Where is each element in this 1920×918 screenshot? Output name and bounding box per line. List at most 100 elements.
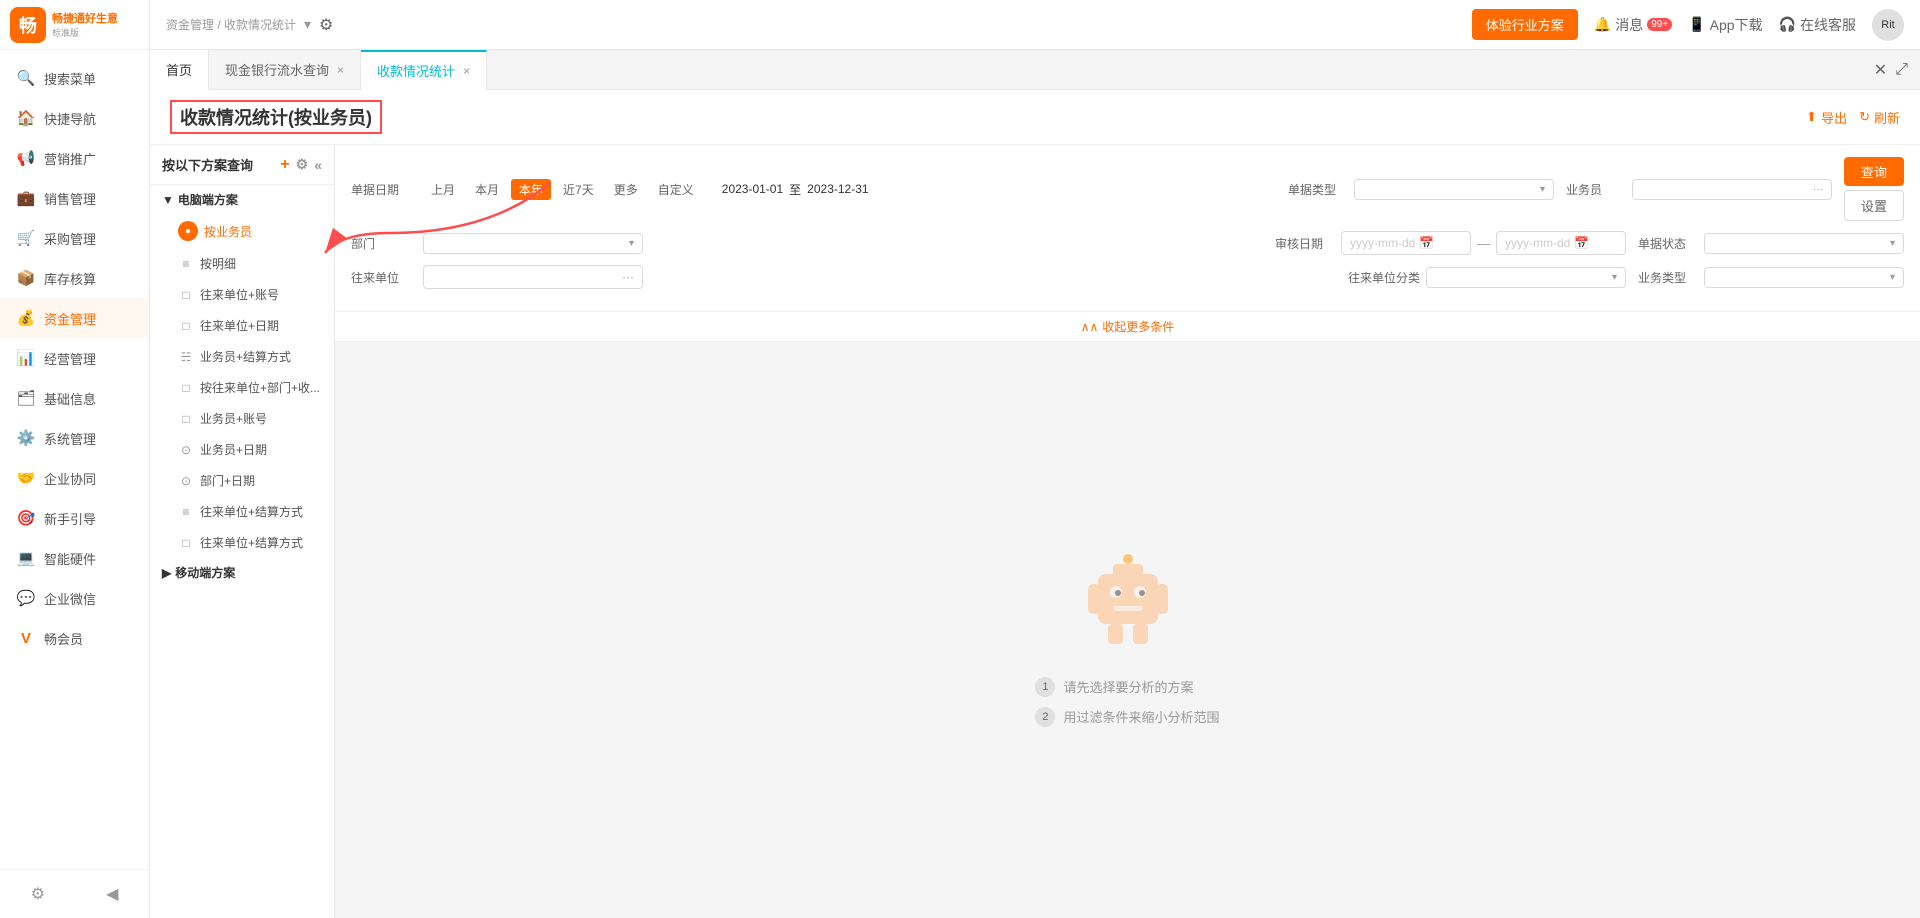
breadcrumb-chevron[interactable]: ▾ <box>304 16 311 33</box>
sidebar-settings-btn[interactable]: ⚙ <box>23 880 53 908</box>
tab-home[interactable]: 首页 <box>150 50 209 90</box>
tab-collection-close[interactable]: × <box>463 64 470 78</box>
scheme-item-salesman-account[interactable]: □ 业务员+账号 <box>150 403 334 434</box>
sidebar-item-enterprise[interactable]: 🤝 企业协同 <box>0 458 149 498</box>
scheme-group-pc[interactable]: ▼ 电脑端方案 <box>150 185 334 214</box>
topbar-settings-btn[interactable]: ⚙ <box>319 15 333 35</box>
empty-hint-1: 1 请先选择要分析的方案 <box>1035 677 1219 697</box>
sidebar-collapse-btn[interactable]: ◀ <box>98 880 126 908</box>
scheme-list: ▼ 电脑端方案 ● 按业务员 ≡ 按明细 □ 往来单位+账号 <box>150 185 334 918</box>
scheme-item-unit-settle2-label: 往来单位+结算方式 <box>200 534 303 551</box>
filter-settings-btn[interactable]: 设置 <box>1844 190 1904 221</box>
date-tab-this-year[interactable]: 本年 <box>511 179 551 200</box>
scheme-settings-btn[interactable]: ⚙ <box>296 156 309 173</box>
sidebar-item-quick[interactable]: 🏠 快捷导航 <box>0 98 149 138</box>
collapse-btn[interactable]: ∧∧ 收起更多条件 <box>1081 318 1175 335</box>
query-btn[interactable]: 查询 <box>1844 157 1904 186</box>
tab-collection-label: 收款情况统计 <box>377 61 455 80</box>
dept-date-icon: ⊙ <box>178 473 194 489</box>
scheme-item-unit-account[interactable]: □ 往来单位+账号 <box>150 279 334 310</box>
sidebar-item-system[interactable]: ⚙️ 系统管理 <box>0 418 149 458</box>
tab-bank-close[interactable]: × <box>337 63 344 77</box>
filter-row-2: 部门 ▾ 审核日期 yyyy-mm-dd 📅 — <box>351 231 1904 255</box>
dept-select[interactable]: ▾ <box>423 233 643 254</box>
win-expand-btn[interactable]: ⤢ <box>1895 61 1908 79</box>
scheme-item-unit-settle1[interactable]: ≡ 往来单位+结算方式 <box>150 496 334 527</box>
sidebar-item-search[interactable]: 🔍 搜索菜单 <box>0 58 149 98</box>
refresh-btn[interactable]: ↻ 刷新 <box>1859 108 1900 127</box>
sidebar-item-operation[interactable]: 📊 经营管理 <box>0 338 149 378</box>
scheme-add-btn[interactable]: + <box>280 156 289 174</box>
sidebar-item-member[interactable]: V 畅会员 <box>0 618 149 658</box>
page-title: 收款情况统计(按业务员) <box>170 100 382 134</box>
right-content: 单据日期 上月 本月 本年 近7天 更多 自定义 2023-01-01 至 <box>335 145 1920 918</box>
sidebar-item-basic[interactable]: 🗂 基础信息 <box>0 378 149 418</box>
sidebar-item-hardware[interactable]: 💻 智能硬件 <box>0 538 149 578</box>
tab-bank-label: 现金银行流水查询 <box>225 60 329 79</box>
sidebar-item-guide-label: 新手引导 <box>44 509 96 528</box>
review-date-label: 审核日期 <box>1275 235 1335 252</box>
counterpart-select[interactable]: ··· <box>423 265 643 289</box>
scheme-collapse-btn[interactable]: « <box>314 157 322 173</box>
download-icon: 📱 <box>1688 16 1705 33</box>
filter-row-3: 往来单位 ··· 往来单位分类 ▾ <box>351 265 1904 289</box>
collapse-label: 收起更多条件 <box>1102 318 1174 335</box>
win-close-btn[interactable]: ✕ <box>1874 60 1887 80</box>
details-icon: ≡ <box>178 256 194 272</box>
tab-bank[interactable]: 现金银行流水查询 × <box>209 50 361 90</box>
sidebar-item-weixin[interactable]: 💬 企业微信 <box>0 578 149 618</box>
trial-btn[interactable]: 体验行业方案 <box>1472 9 1578 40</box>
hardware-icon: 💻 <box>16 548 36 568</box>
scheme-item-unit-settle2[interactable]: □ 往来单位+结算方式 <box>150 527 334 558</box>
sidebar-item-inventory[interactable]: 📦 库存核算 <box>0 258 149 298</box>
sidebar-item-capital[interactable]: 💰 资金管理 <box>0 298 149 338</box>
salesman-select[interactable]: ··· <box>1632 179 1832 200</box>
sidebar-item-sales[interactable]: 💼 销售管理 <box>0 178 149 218</box>
scheme-item-unit-date[interactable]: □ 往来单位+日期 <box>150 310 334 341</box>
notification-btn[interactable]: 🔔 消息 99+ <box>1594 15 1672 35</box>
counterpart-category-select[interactable]: ▾ <box>1426 267 1626 288</box>
sidebar-item-guide[interactable]: 🎯 新手引导 <box>0 498 149 538</box>
review-date-end-text: yyyy-mm-dd <box>1505 236 1570 250</box>
sidebar-nav: 🔍 搜索菜单 🏠 快捷导航 📢 营销推广 💼 销售管理 🛒 采购管理 📦 库存核… <box>0 50 149 869</box>
business-type-label: 业务类型 <box>1638 269 1698 286</box>
customer-service-btn[interactable]: 🎧 在线客服 <box>1779 15 1856 35</box>
system-icon: ⚙️ <box>16 428 36 448</box>
bill-type-label: 单据类型 <box>1288 181 1348 198</box>
user-avatar[interactable]: Rit <box>1872 9 1904 41</box>
tab-collection[interactable]: 收款情况统计 × <box>361 50 487 90</box>
scheme-item-salesman-date[interactable]: ⊙ 业务员+日期 <box>150 434 334 465</box>
scheme-item-details[interactable]: ≡ 按明细 <box>150 248 334 279</box>
scheme-item-salesman[interactable]: ● 按业务员 <box>150 214 334 248</box>
review-date-start[interactable]: yyyy-mm-dd 📅 <box>1341 231 1471 255</box>
logo-text-area: 畅捷通好生意 标准版 <box>52 10 118 39</box>
scheme-item-salesman-label: 按业务员 <box>204 223 252 240</box>
scheme-item-salesman-settle[interactable]: ☵ 业务员+结算方式 <box>150 341 334 372</box>
collapse-bar[interactable]: ∧∧ 收起更多条件 <box>335 312 1920 342</box>
app-download-btn[interactable]: 📱 App下载 <box>1688 15 1762 35</box>
export-btn[interactable]: ⬆ 导出 <box>1806 108 1847 127</box>
business-type-select[interactable]: ▾ <box>1704 267 1904 288</box>
sidebar-item-purchase[interactable]: 🛒 采购管理 <box>0 218 149 258</box>
bill-status-select[interactable]: ▾ <box>1704 233 1904 254</box>
sidebar-item-marketing[interactable]: 📢 营销推广 <box>0 138 149 178</box>
date-tab-last-month[interactable]: 上月 <box>423 179 463 200</box>
scheme-panel-header: 按以下方案查询 + ⚙ « <box>150 145 334 185</box>
review-date-end[interactable]: yyyy-mm-dd 📅 <box>1496 231 1626 255</box>
scheme-item-salesman-settle-label: 业务员+结算方式 <box>200 348 291 365</box>
date-tab-this-month[interactable]: 本月 <box>467 179 507 200</box>
bill-type-select[interactable]: ▾ <box>1354 179 1554 200</box>
date-tab-last7[interactable]: 近7天 <box>555 179 602 200</box>
scheme-item-unit-dept-collect[interactable]: □ 按往来单位+部门+收... <box>150 372 334 403</box>
sidebar-item-enterprise-label: 企业协同 <box>44 469 96 488</box>
salesman-date-icon: ⊙ <box>178 442 194 458</box>
business-type-filter: 业务类型 ▾ <box>1638 267 1904 288</box>
scheme-item-dept-date[interactable]: ⊙ 部门+日期 <box>150 465 334 496</box>
business-type-chevron: ▾ <box>1890 272 1895 283</box>
date-tab-more[interactable]: 更多 <box>606 179 646 200</box>
sidebar-item-system-label: 系统管理 <box>44 429 96 448</box>
hint-text-2: 用过滤条件来缩小分析范围 <box>1063 707 1219 726</box>
scheme-group-mobile[interactable]: ▶ 移动端方案 <box>150 558 334 587</box>
date-tab-custom[interactable]: 自定义 <box>650 179 702 200</box>
sidebar-item-marketing-label: 营销推广 <box>44 149 96 168</box>
